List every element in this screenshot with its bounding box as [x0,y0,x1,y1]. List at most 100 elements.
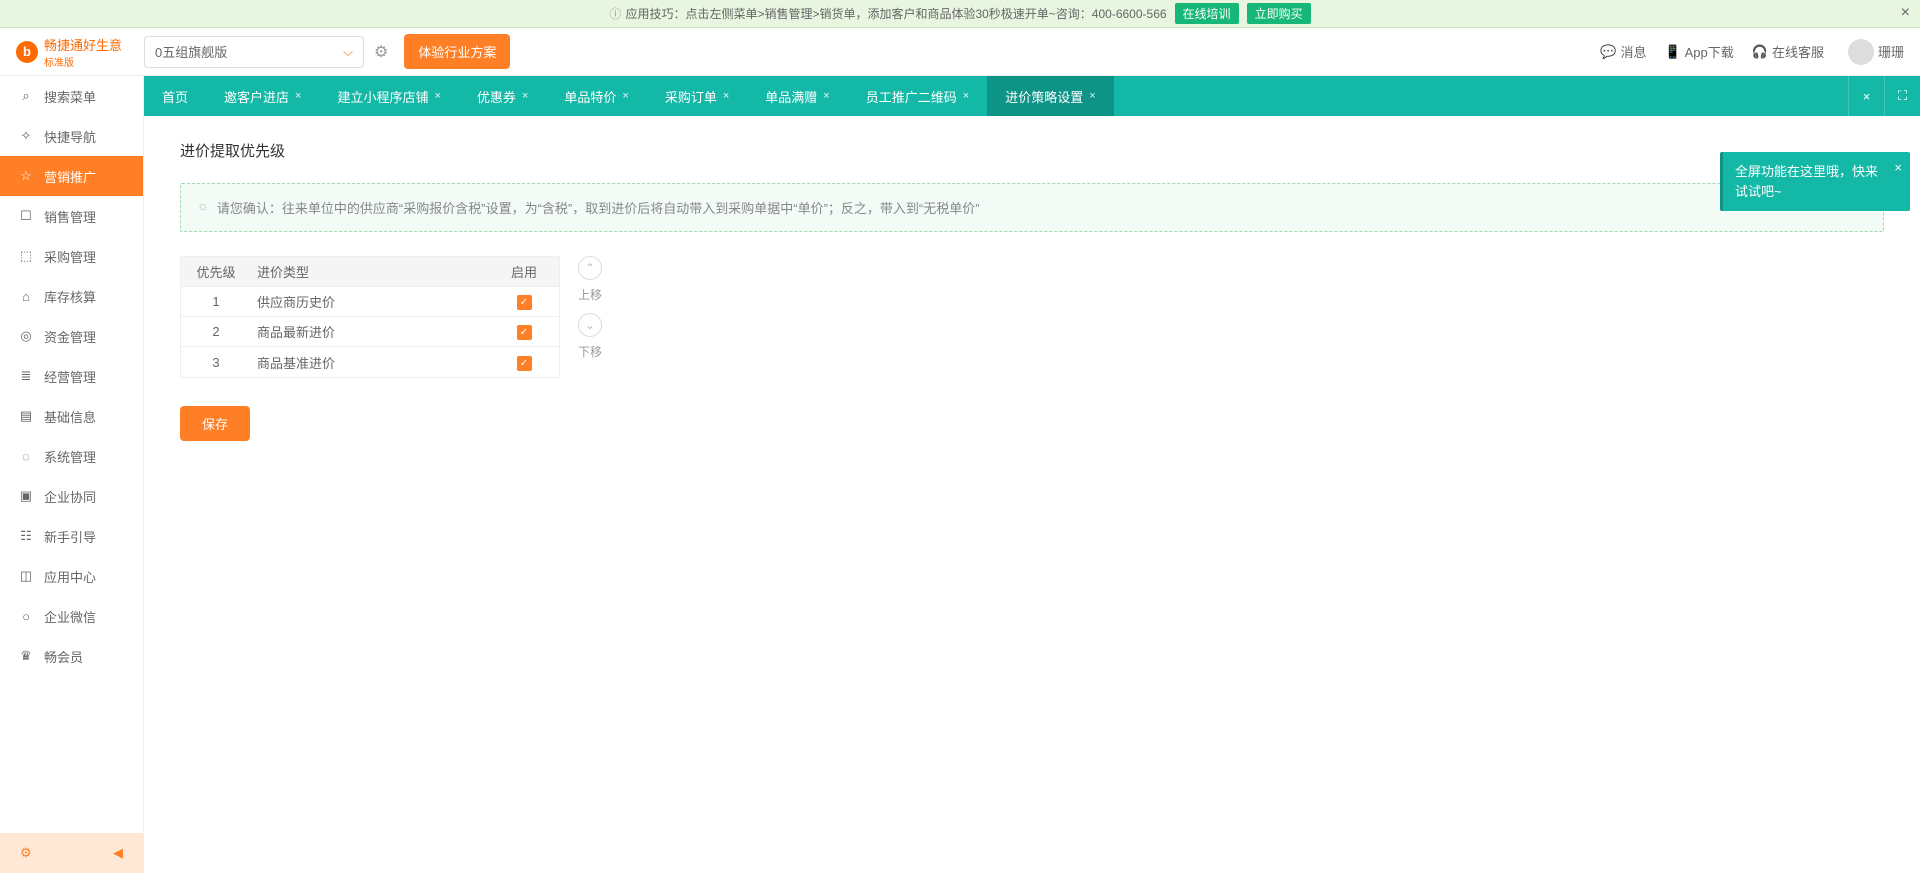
online-service-link[interactable]: 🎧 在线客服 [1752,42,1824,61]
menu-icon: ✧ [18,128,34,144]
sidebar-item-2[interactable]: ☆营销推广 [0,156,143,196]
menu-icon: ⌂ [18,289,34,304]
row-enable: ✓ [489,354,559,371]
menu-icon: ▤ [18,408,34,424]
tip-box: ☼ 请您确认：往来单位中的供应商“采购报价含税”设置，为“含税”，取到进价后将自… [180,183,1884,232]
sidebar-item-14[interactable]: ♛畅会员 [0,636,143,676]
tab-7[interactable]: 员工推广二维码 × [848,76,987,116]
row-priority: 3 [181,355,251,370]
sidebar-item-12[interactable]: ◫应用中心 [0,556,143,596]
sidebar-item-6[interactable]: ◎资金管理 [0,316,143,356]
main-area: 首页邀客户进店×建立小程序店铺×优惠券×单品特价×采购订单×单品满赠×员工推广二… [144,76,1920,873]
sidebar-item-0[interactable]: ⌕搜索菜单 [0,76,143,116]
tab-label: 单品满赠 [765,87,817,106]
menu-label: 基础信息 [44,407,96,426]
tab-label: 员工推广二维码 [866,87,957,106]
menu-icon: ◫ [18,568,34,584]
training-button[interactable]: 在线培训 [1175,3,1239,24]
move-down-label: 下移 [578,343,602,360]
banner-close-icon[interactable]: × [1901,4,1910,22]
move-up-button[interactable]: ⌃ [578,256,602,280]
sidebar-item-9[interactable]: ◌系统管理 [0,436,143,476]
messages-link[interactable]: 💬 消息 [1600,42,1646,61]
menu-label: 经营管理 [44,367,96,386]
tabs-bar: 首页邀客户进店×建立小程序店铺×优惠券×单品特价×采购订单×单品满赠×员工推广二… [144,76,1920,116]
sidebar-footer: ⚙ ◀ [0,833,143,873]
table-row[interactable]: 2商品最新进价✓ [181,317,559,347]
settings-gear-icon[interactable]: ⚙ [374,42,388,62]
sidebar-item-3[interactable]: ☐销售管理 [0,196,143,236]
sidebar-collapse-icon[interactable]: ◀ [113,845,123,861]
store-selector[interactable]: 0五组旗舰版 ⌵ [144,36,364,68]
sidebar-item-5[interactable]: ⌂ 库存核算 [0,276,143,316]
promo-banner: ⓘ 应用技巧：点击左侧菜单>销售管理>销货单，添加客户和商品体验30秒极速开单~… [0,0,1920,28]
menu-label: 资金管理 [44,327,96,346]
tab-close-icon[interactable]: × [1089,90,1095,102]
checkbox-checked-icon[interactable]: ✓ [517,325,532,340]
message-icon: 💬 [1600,44,1616,60]
user-menu[interactable]: 珊珊 [1842,39,1904,65]
checkbox-checked-icon[interactable]: ✓ [517,356,532,371]
menu-label: 营销推广 [44,167,96,186]
table-row[interactable]: 3商品基准进价✓ [181,347,559,377]
tab-label: 进价策略设置 [1005,87,1083,106]
menu-label: 企业微信 [44,607,96,626]
tab-0[interactable]: 首页 [144,76,206,116]
tab-label: 采购订单 [665,87,717,106]
sidebar-item-11[interactable]: ☷新手引导 [0,516,143,556]
tab-3[interactable]: 优惠券× [459,76,546,116]
tab-5[interactable]: 采购订单 × [647,76,747,116]
toast-close-icon[interactable]: × [1894,158,1902,178]
tabs-close-all-icon[interactable]: × [1848,76,1884,116]
buy-now-button[interactable]: 立即购买 [1247,3,1311,24]
sidebar-item-1[interactable]: ✧ 快捷导航 [0,116,143,156]
table-row[interactable]: 1供应商历史价✓ [181,287,559,317]
tab-1[interactable]: 邀客户进店× [206,76,319,116]
menu-label: 销售管理 [44,207,96,226]
menu-icon: ○ [18,609,34,624]
page-title: 进价提取优先级 [180,140,1884,161]
sidebar-settings-icon[interactable]: ⚙ [20,845,32,861]
sidebar-item-10[interactable]: ▣企业协同 [0,476,143,516]
menu-label: 采购管理 [44,247,96,266]
chevron-down-icon: ⌵ [343,44,353,60]
sidebar-item-4[interactable]: ⬚采购管理 [0,236,143,276]
tab-close-icon[interactable]: × [522,90,528,102]
menu-label: 快捷导航 [44,127,96,146]
try-solution-button[interactable]: 体验行业方案 [404,34,510,69]
menu-icon: ♛ [18,648,34,664]
page-content: 进价提取优先级 ☼ 请您确认：往来单位中的供应商“采购报价含税”设置，为“含税”… [144,116,1920,873]
move-down-button[interactable]: ⌄ [578,313,602,337]
menu-icon: ≣ [18,368,34,384]
tab-close-icon[interactable]: × [434,90,440,102]
row-priority: 2 [181,324,251,339]
tab-4[interactable]: 单品特价× [546,76,646,116]
tab-6[interactable]: 单品满赠 × [747,76,847,116]
fullscreen-icon[interactable]: ⛶ [1884,76,1920,116]
tab-close-icon[interactable]: × [823,90,829,102]
row-enable: ✓ [489,323,559,340]
phone-icon: 📱 [1664,44,1680,60]
tab-8[interactable]: 进价策略设置 × [987,76,1113,116]
tab-close-icon[interactable]: × [622,90,628,102]
tab-close-icon[interactable]: × [295,90,301,102]
menu-label: 库存核算 [44,287,96,306]
tab-close-icon[interactable]: × [963,90,969,102]
row-priority: 1 [181,294,251,309]
move-controls: ⌃ 上移 ⌄ 下移 [578,256,602,364]
headset-icon: 🎧 [1752,44,1768,60]
save-button[interactable]: 保存 [180,406,250,441]
sidebar-item-13[interactable]: ○ 企业微信 [0,596,143,636]
tab-2[interactable]: 建立小程序店铺× [319,76,458,116]
app-download-link[interactable]: 📱 App下载 [1664,42,1733,61]
tip-text: 请您确认：往来单位中的供应商“采购报价含税”设置，为“含税”，取到进价后将自动带… [217,198,980,217]
move-up-label: 上移 [578,286,602,303]
tab-close-icon[interactable]: × [723,90,729,102]
menu-icon: ◌ [18,449,34,464]
tab-label: 首页 [162,87,188,106]
priority-table: 优先级 进价类型 启用 1供应商历史价✓2商品最新进价✓3商品基准进价✓ [180,256,560,378]
logo-text: 畅捷通好生意 [44,35,122,54]
sidebar-item-7[interactable]: ≣ 经营管理 [0,356,143,396]
sidebar-item-8[interactable]: ▤ 基础信息 [0,396,143,436]
checkbox-checked-icon[interactable]: ✓ [517,295,532,310]
